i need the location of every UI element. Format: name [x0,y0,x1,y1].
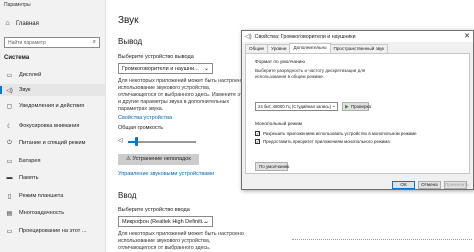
default-format-select[interactable]: 24 бит, 48000 Гц (Студийная запись) ⌄ [255,102,338,111]
chevron-down-icon: ⌄ [331,103,336,109]
ok-button[interactable]: ОК [392,181,415,189]
input-note: Для некоторых приложений может быть наст… [118,231,244,251]
sidebar-item-power[interactable]: ⏻ Питание и спящий режим [0,137,105,149]
tablet-icon: ▯ [7,193,12,200]
troubleshoot-label: Устранение неполадок [132,156,191,162]
output-heading: Вывод [118,37,143,46]
chevron-down-icon: ⌄ [203,66,209,72]
sidebar-item-label: Звук [19,87,31,93]
sidebar-item-storage[interactable]: ▬ Память [0,172,105,184]
window-title: Параметры [4,2,31,8]
dialog-titlebar: ◁) Свойства: Громкоговорители и наушники [242,31,473,42]
sidebar-item-label: Батарея [19,158,41,164]
storage-icon: ▬ [6,175,13,181]
volume-track [128,141,196,143]
input-heading: Ввод [118,191,137,200]
notifications-icon: ▢ [6,103,13,110]
manage-devices-link[interactable]: Управление звуковыми устройствами [118,171,214,177]
search-icon: ⌕ [92,39,96,45]
output-note: Для некоторых приложений может быть наст… [118,78,246,112]
output-device-select[interactable]: Громкоговорители и наушни... ⌄ [118,63,213,74]
tab-spatial-sound[interactable]: Пространственный звук [329,44,389,53]
apply-button[interactable]: Применить [444,181,469,189]
sidebar-item-label: Память [19,175,39,181]
tab-levels[interactable]: Уровни [267,44,291,53]
exclusive-priority-label: Предоставить приоритет приложениям моноп… [263,139,390,144]
speaker-icon: ◁) [245,34,252,40]
sidebar-item-label: Фокусировка внимания [19,123,80,129]
play-icon: ▶ [345,103,349,110]
checkbox-checked-icon[interactable]: ✓ [255,139,260,144]
sidebar-item-label: Уведомления и действия [19,103,85,109]
troubleshoot-button[interactable]: ⚠ Устранение неполадок [118,154,199,165]
sidebar-item-label: Дисплей [19,72,42,78]
battery-icon: ▭ [6,158,13,165]
sidebar-home[interactable]: ⌂ Главная [4,20,39,27]
page-title: Звук [118,15,139,26]
default-format-description: Выберите разрядность и частоту дискретиз… [255,68,366,79]
default-format-heading: Формат по умолчанию [255,60,305,65]
sidebar-home-label: Главная [16,20,39,27]
sidebar-item-label: Многозадачность [19,210,65,216]
sidebar-section-title: Система [4,55,30,61]
multitasking-icon: ▤ [6,210,13,217]
volume-thumb[interactable] [134,137,138,146]
exclusive-priority-option[interactable]: ✓ Предоставить приоритет приложениям мон… [255,139,390,144]
sidebar-item-display[interactable]: ▭ Дисплей [0,69,105,81]
tab-advanced[interactable]: Дополнительно [289,43,331,53]
input-device-select[interactable]: Микрофон (Realtek High Definiti... ⌄ [118,216,213,227]
checkbox-checked-icon[interactable]: ✓ [255,131,260,136]
default-format-value: 24 бит, 48000 Гц (Студийная запись) [258,104,331,109]
search-placeholder: Найти параметр [8,40,46,46]
chevron-down-icon: ⌄ [203,219,209,225]
exclusive-allow-label: Разрешить приложениям использовать устро… [263,131,417,136]
sidebar-item-sound[interactable]: ◁) Звук [0,84,105,96]
test-button[interactable]: ▶ Проверка [342,102,372,111]
test-button-label: Проверка [350,104,372,109]
power-icon: ⏻ [7,139,12,146]
sidebar: Параметры ⌂ Главная Найти параметр ⌕ Сис… [0,0,106,252]
dialog-tabs: Общие Уровни Дополнительно Пространствен… [245,43,389,53]
advanced-panel: Формат по умолчанию Выберите разрядность… [245,53,470,174]
input-device-label: Выберите устройство ввода [118,207,190,213]
speaker-icon: ◁) [6,87,13,94]
focus-assist-icon: ☾ [6,123,13,130]
mic-level-meter [292,239,472,241]
output-device-label: Выберите устройство вывода [118,54,194,60]
restore-defaults-button[interactable]: По умолчанию [255,162,289,171]
speaker-icon: ◁ [118,138,123,144]
input-device-value: Микрофон (Realtek High Definiti... [122,219,207,225]
output-device-value: Громкоговорители и наушни... [122,66,199,72]
sidebar-item-projecting[interactable]: ▭ Проецирование на этот ... [0,225,105,237]
home-icon: ⌂ [5,20,10,27]
cancel-button[interactable]: Отмена [418,181,441,189]
volume-label: Общая громкость [118,125,164,131]
sidebar-item-label: Проецирование на этот ... [19,228,87,234]
sidebar-item-battery[interactable]: ▭ Батарея [0,155,105,167]
exclusive-allow-option[interactable]: ✓ Разрешить приложениям использовать уст… [255,131,417,136]
output-device-properties-link[interactable]: Свойства устройства [118,115,172,121]
projecting-icon: ▭ [6,228,13,235]
search-input[interactable]: Найти параметр ⌕ [4,37,100,48]
tab-general[interactable]: Общие [245,44,269,53]
exclusive-mode-heading: Монопольный режим [255,122,303,127]
display-icon: ▭ [6,72,13,79]
dialog-title: Свойства: Громкоговорители и наушники [254,33,356,40]
sidebar-item-label: Питание и спящий режим [19,140,86,146]
properties-dialog: ◁) Свойства: Громкоговорители и наушники… [241,30,474,190]
sidebar-item-multitasking[interactable]: ▤ Многозадачность [0,207,105,219]
volume-slider[interactable]: ◁ [118,136,198,146]
close-icon[interactable]: ✕ [464,32,470,40]
sidebar-item-label: Режим планшета [19,193,64,199]
sidebar-item-focus-assist[interactable]: ☾ Фокусировка внимания [0,120,105,132]
sidebar-item-tablet[interactable]: ▯ Режим планшета [0,190,105,202]
sidebar-item-notifications[interactable]: ▢ Уведомления и действия [0,100,105,112]
